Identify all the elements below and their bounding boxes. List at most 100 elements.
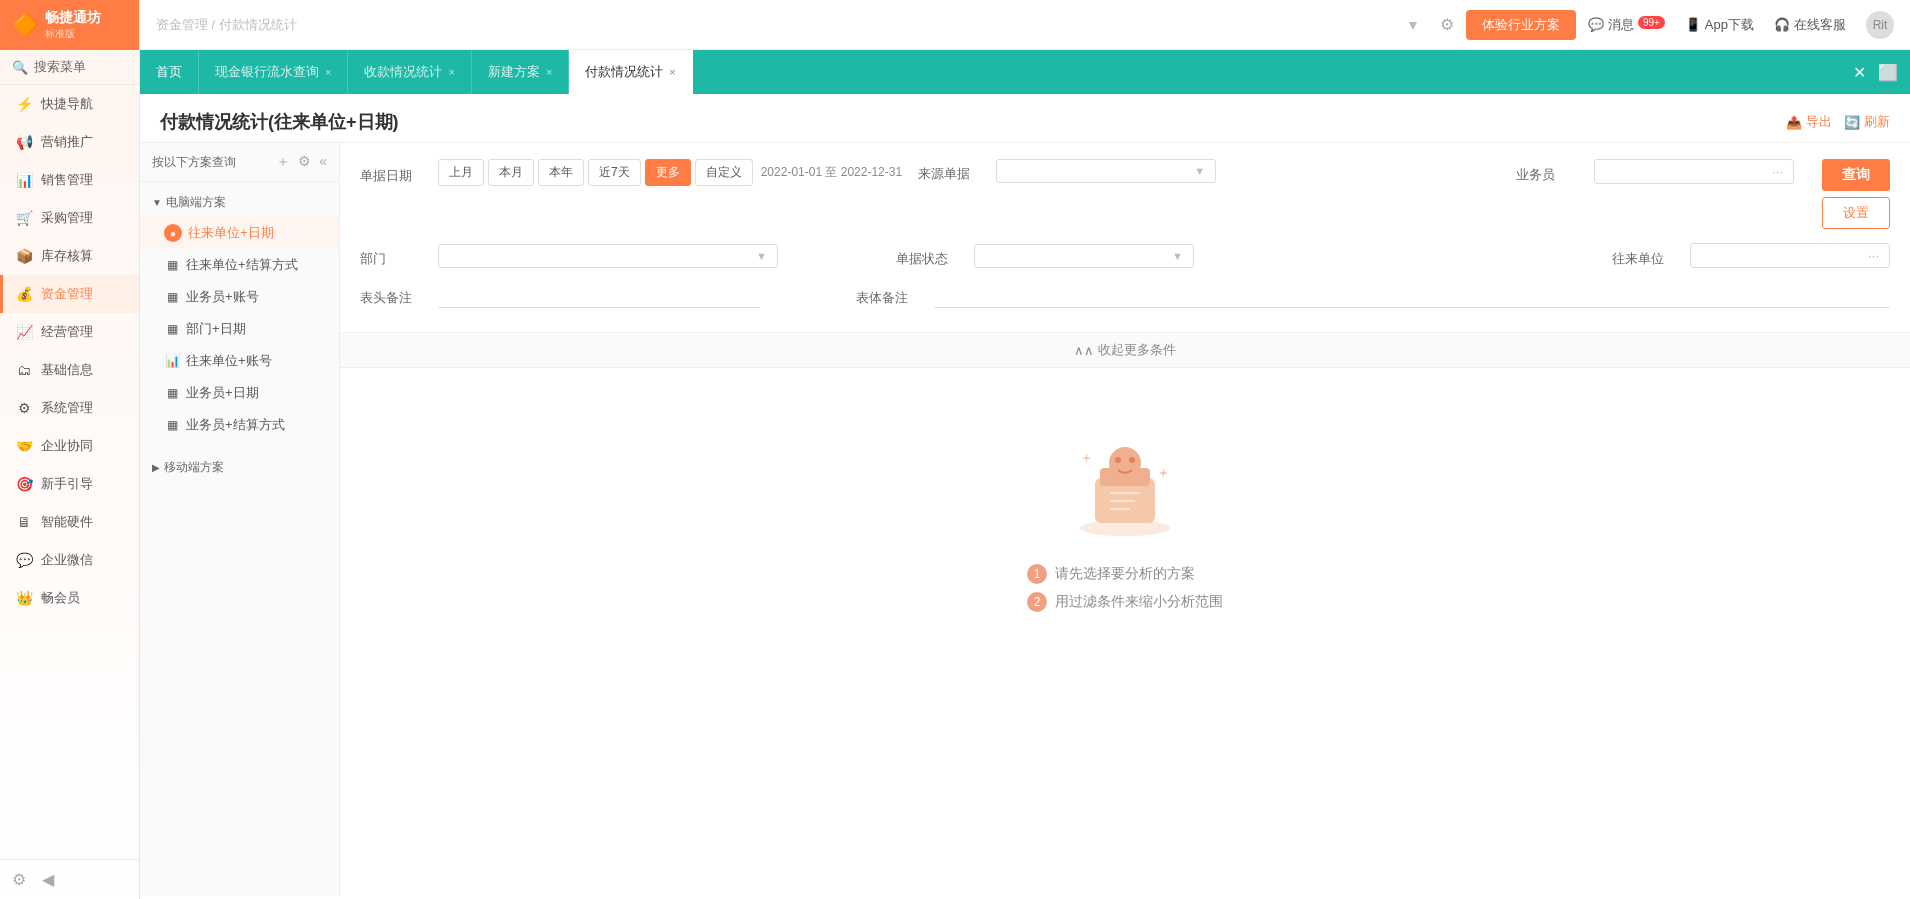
- filter-row-3: 表头备注 表体备注: [360, 282, 1890, 308]
- wechat-icon: 💬: [15, 551, 33, 569]
- message-item[interactable]: 💬 消息 99+: [1588, 16, 1665, 34]
- message-label: 消息: [1608, 16, 1634, 34]
- settings-button[interactable]: 设置: [1822, 197, 1890, 229]
- cash-flow-tab-close[interactable]: ×: [325, 66, 331, 78]
- export-button[interactable]: 📤 导出: [1786, 113, 1832, 131]
- sidebar-item-purchase[interactable]: 🛒 采购管理: [0, 199, 139, 237]
- source-select[interactable]: ▼: [996, 159, 1216, 183]
- filter-item-doc-status: 单据状态 ▼: [896, 244, 1596, 268]
- scheme-item-vendor-settle[interactable]: ▦ 往来单位+结算方式: [140, 249, 339, 281]
- close-all-tabs-icon[interactable]: ✕: [1853, 63, 1866, 82]
- sidebar-item-quick-nav[interactable]: ⚡ 快捷导航: [0, 85, 139, 123]
- date-btn-this-year[interactable]: 本年: [538, 159, 584, 186]
- trial-button[interactable]: 体验行业方案: [1466, 10, 1576, 40]
- date-btn-custom[interactable]: 自定义: [695, 159, 753, 186]
- refresh-button[interactable]: 🔄 刷新: [1844, 113, 1890, 131]
- staff-input[interactable]: ···: [1594, 159, 1794, 184]
- hint-num-2: 2: [1027, 592, 1047, 612]
- sidebar-item-hardware[interactable]: 🖥 智能硬件: [0, 503, 139, 541]
- scheme-item-label: 往来单位+账号: [186, 352, 272, 370]
- svg-point-3: [1109, 447, 1141, 479]
- collection-tab-label: 收款情况统计: [364, 63, 442, 81]
- sidebar-item-sales[interactable]: 📊 销售管理: [0, 161, 139, 199]
- scheme-item-label: 往来单位+日期: [188, 224, 274, 242]
- scheme-item-dept-date[interactable]: ▦ 部门+日期: [140, 313, 339, 345]
- sidebar-item-vip[interactable]: 👑 畅会员: [0, 579, 139, 617]
- query-button[interactable]: 查询: [1822, 159, 1890, 191]
- collapse-sidebar-icon[interactable]: ◀: [42, 870, 54, 889]
- sidebar-item-label: 经营管理: [41, 323, 93, 341]
- message-badge: 99+: [1638, 16, 1665, 29]
- settings-footer-icon[interactable]: ⚙: [12, 870, 26, 889]
- new-plan-tab-close[interactable]: ×: [546, 66, 552, 78]
- sidebar-item-operation[interactable]: 📈 经营管理: [0, 313, 139, 351]
- enterprise-icon: 🤝: [15, 437, 33, 455]
- chevron-down-icon[interactable]: ▼: [1406, 17, 1420, 33]
- scheme-item-staff-settle[interactable]: ▦ 业务员+结算方式: [140, 409, 339, 441]
- tab-home[interactable]: 首页: [140, 50, 199, 94]
- cash-flow-tab-label: 现金银行流水查询: [215, 63, 319, 81]
- breadcrumb: 资金管理 / 付款情况统计: [156, 16, 1394, 34]
- sidebar-item-wechat[interactable]: 💬 企业微信: [0, 541, 139, 579]
- sidebar-item-finance[interactable]: 💰 资金管理: [0, 275, 139, 313]
- online-service-item[interactable]: 🎧 在线客服: [1774, 16, 1846, 34]
- doc-status-select[interactable]: ▼: [974, 244, 1194, 268]
- search-menu[interactable]: 🔍 搜索菜单: [0, 50, 139, 85]
- doc-status-label: 单据状态: [896, 244, 966, 268]
- body-note-label: 表体备注: [856, 283, 926, 307]
- tab-cash-flow[interactable]: 现金银行流水查询 ×: [199, 50, 348, 94]
- left-panel: 按以下方案查询 ＋ ⚙ « ▼ 电脑端方案 ● 往来单位+日期: [140, 143, 340, 896]
- sidebar-item-inventory[interactable]: 📦 库存核算: [0, 237, 139, 275]
- maximize-icon[interactable]: ⬜: [1878, 63, 1898, 82]
- finance-icon: 💰: [15, 285, 33, 303]
- date-btn-more[interactable]: 更多: [645, 159, 691, 186]
- sidebar-item-label: 库存核算: [41, 247, 93, 265]
- head-note-input[interactable]: [438, 282, 760, 308]
- scheme-item-label: 业务员+结算方式: [186, 416, 285, 434]
- sidebar-item-guide[interactable]: 🎯 新手引导: [0, 465, 139, 503]
- guide-icon: 🎯: [15, 475, 33, 493]
- scheme-item-staff-account[interactable]: ▦ 业务员+账号: [140, 281, 339, 313]
- page-title: 付款情况统计(往来单位+日期): [160, 110, 399, 134]
- body-note-input[interactable]: [934, 282, 1890, 308]
- pc-group-arrow: ▼: [152, 197, 162, 208]
- collapse-more-button[interactable]: ∧∧ 收起更多条件: [340, 332, 1910, 367]
- scheme-item-vendor-date[interactable]: ● 往来单位+日期: [140, 217, 339, 249]
- left-panel-title: 按以下方案查询: [152, 154, 236, 171]
- collection-tab-close[interactable]: ×: [448, 66, 454, 78]
- tab-payment-stat[interactable]: 付款情况统计 ×: [569, 50, 692, 94]
- main-content: 资金管理 / 付款情况统计 ▼ ⚙ 体验行业方案 💬 消息 99+ 📱 App下…: [140, 0, 1910, 899]
- tab-new-plan[interactable]: 新建方案 ×: [472, 50, 569, 94]
- pc-group-title[interactable]: ▼ 电脑端方案: [140, 188, 339, 217]
- sidebar-item-enterprise[interactable]: 🤝 企业协同: [0, 427, 139, 465]
- sidebar-item-marketing[interactable]: 📢 营销推广: [0, 123, 139, 161]
- sidebar-item-label: 企业微信: [41, 551, 93, 569]
- vendor-input[interactable]: ···: [1690, 243, 1890, 268]
- dept-select[interactable]: ▼: [438, 244, 778, 268]
- top-header: 资金管理 / 付款情况统计 ▼ ⚙ 体验行业方案 💬 消息 99+ 📱 App下…: [140, 0, 1910, 50]
- filter-row-2: 部门 ▼ 单据状态 ▼: [360, 243, 1890, 268]
- date-btn-last-month[interactable]: 上月: [438, 159, 484, 186]
- scheme-item-staff-date[interactable]: ▦ 业务员+日期: [140, 377, 339, 409]
- user-initials: Rit: [1873, 18, 1888, 32]
- vendor-label: 往来单位: [1612, 244, 1682, 268]
- sidebar-item-system[interactable]: ⚙ 系统管理: [0, 389, 139, 427]
- date-btn-7days[interactable]: 近7天: [588, 159, 641, 186]
- mobile-group-title[interactable]: ▶ 移动端方案: [140, 453, 339, 482]
- user-avatar[interactable]: Rit: [1866, 11, 1894, 39]
- home-tab-label: 首页: [156, 63, 182, 81]
- vendor-settle-icon: ▦: [164, 257, 180, 273]
- tab-collection[interactable]: 收款情况统计 ×: [348, 50, 471, 94]
- collapse-panel-icon[interactable]: «: [319, 153, 327, 171]
- operation-icon: 📈: [15, 323, 33, 341]
- payment-stat-tab-close[interactable]: ×: [669, 66, 675, 78]
- vendor-dots: ···: [1868, 248, 1879, 263]
- scheme-item-vendor-account[interactable]: 📊 往来单位+账号: [140, 345, 339, 377]
- app-download-item[interactable]: 📱 App下载: [1685, 16, 1754, 34]
- sidebar-item-base-info[interactable]: 🗂 基础信息: [0, 351, 139, 389]
- add-scheme-icon[interactable]: ＋: [276, 153, 290, 171]
- date-btn-this-month[interactable]: 本月: [488, 159, 534, 186]
- staff-date-icon: ▦: [164, 385, 180, 401]
- gear-icon[interactable]: ⚙: [1440, 15, 1454, 34]
- settings-scheme-icon[interactable]: ⚙: [298, 153, 311, 171]
